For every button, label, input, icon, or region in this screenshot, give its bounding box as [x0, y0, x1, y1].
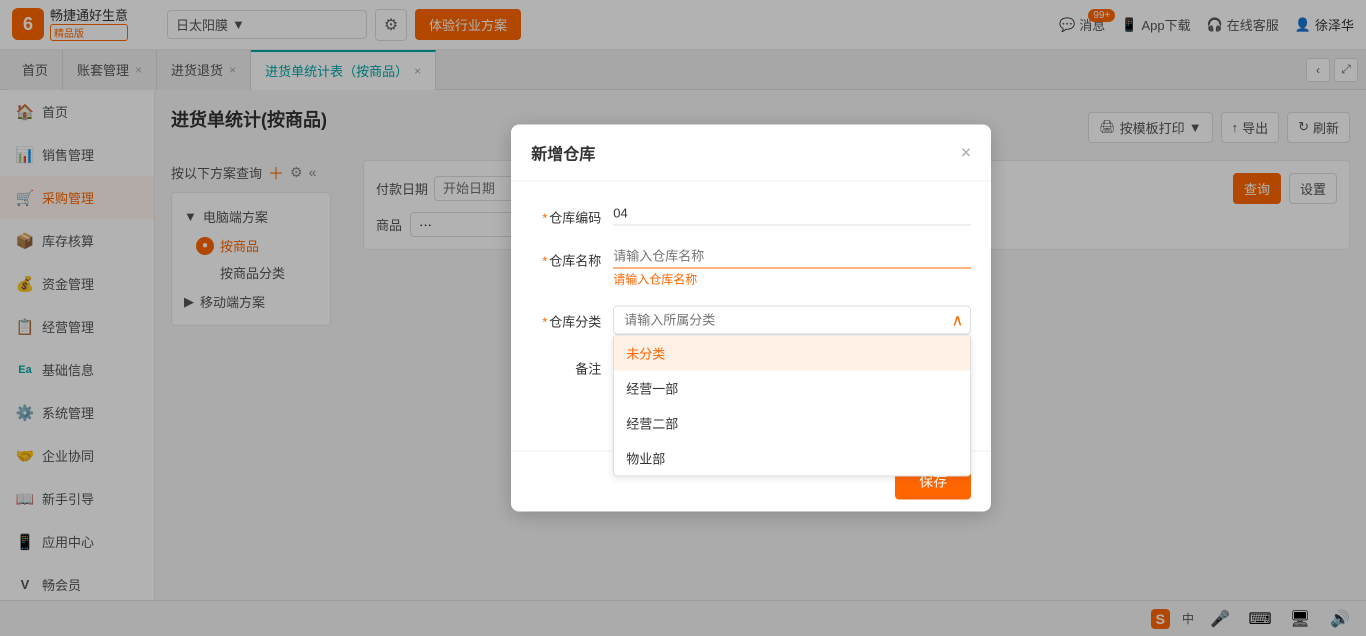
category-label: 仓库分类	[531, 306, 601, 331]
name-input-wrapper: 请输入仓库名称	[613, 245, 971, 288]
name-error-msg: 请输入仓库名称	[613, 271, 971, 288]
dialog-close-btn[interactable]: ×	[961, 142, 972, 163]
warehouse-name-input[interactable]	[613, 245, 971, 269]
dropdown-item-uncategorized[interactable]: 未分类	[614, 336, 970, 371]
dialog-body: 仓库编码 仓库名称 请输入仓库名称 仓库分类 ∧ 未分类 经营一部	[511, 182, 991, 451]
category-input[interactable]	[613, 306, 971, 335]
dropdown-item-dept1[interactable]: 经营一部	[614, 371, 970, 406]
add-warehouse-dialog: 新增仓库 × 仓库编码 仓库名称 请输入仓库名称 仓库分类 ∧	[511, 125, 991, 512]
dropdown-item-dept2[interactable]: 经营二部	[614, 406, 970, 441]
code-input-wrapper	[613, 202, 971, 226]
warehouse-code-row: 仓库编码	[531, 202, 971, 227]
warehouse-name-row: 仓库名称 请输入仓库名称	[531, 245, 971, 288]
category-input-wrapper: ∧ 未分类 经营一部 经营二部 物业部	[613, 306, 971, 335]
dropdown-item-dept3[interactable]: 物业部	[614, 441, 970, 476]
category-dropdown: 未分类 经营一部 经营二部 物业部	[613, 335, 971, 477]
warehouse-category-row: 仓库分类 ∧ 未分类 经营一部 经营二部 物业部	[531, 306, 971, 335]
warehouse-code-input[interactable]	[613, 202, 971, 226]
note-label: 备注	[531, 353, 601, 378]
name-label: 仓库名称	[531, 245, 601, 270]
dialog-header: 新增仓库 ×	[511, 125, 991, 182]
category-arrow-icon[interactable]: ∧	[952, 310, 964, 330]
dialog-title: 新增仓库	[531, 141, 595, 165]
code-label: 仓库编码	[531, 202, 601, 227]
